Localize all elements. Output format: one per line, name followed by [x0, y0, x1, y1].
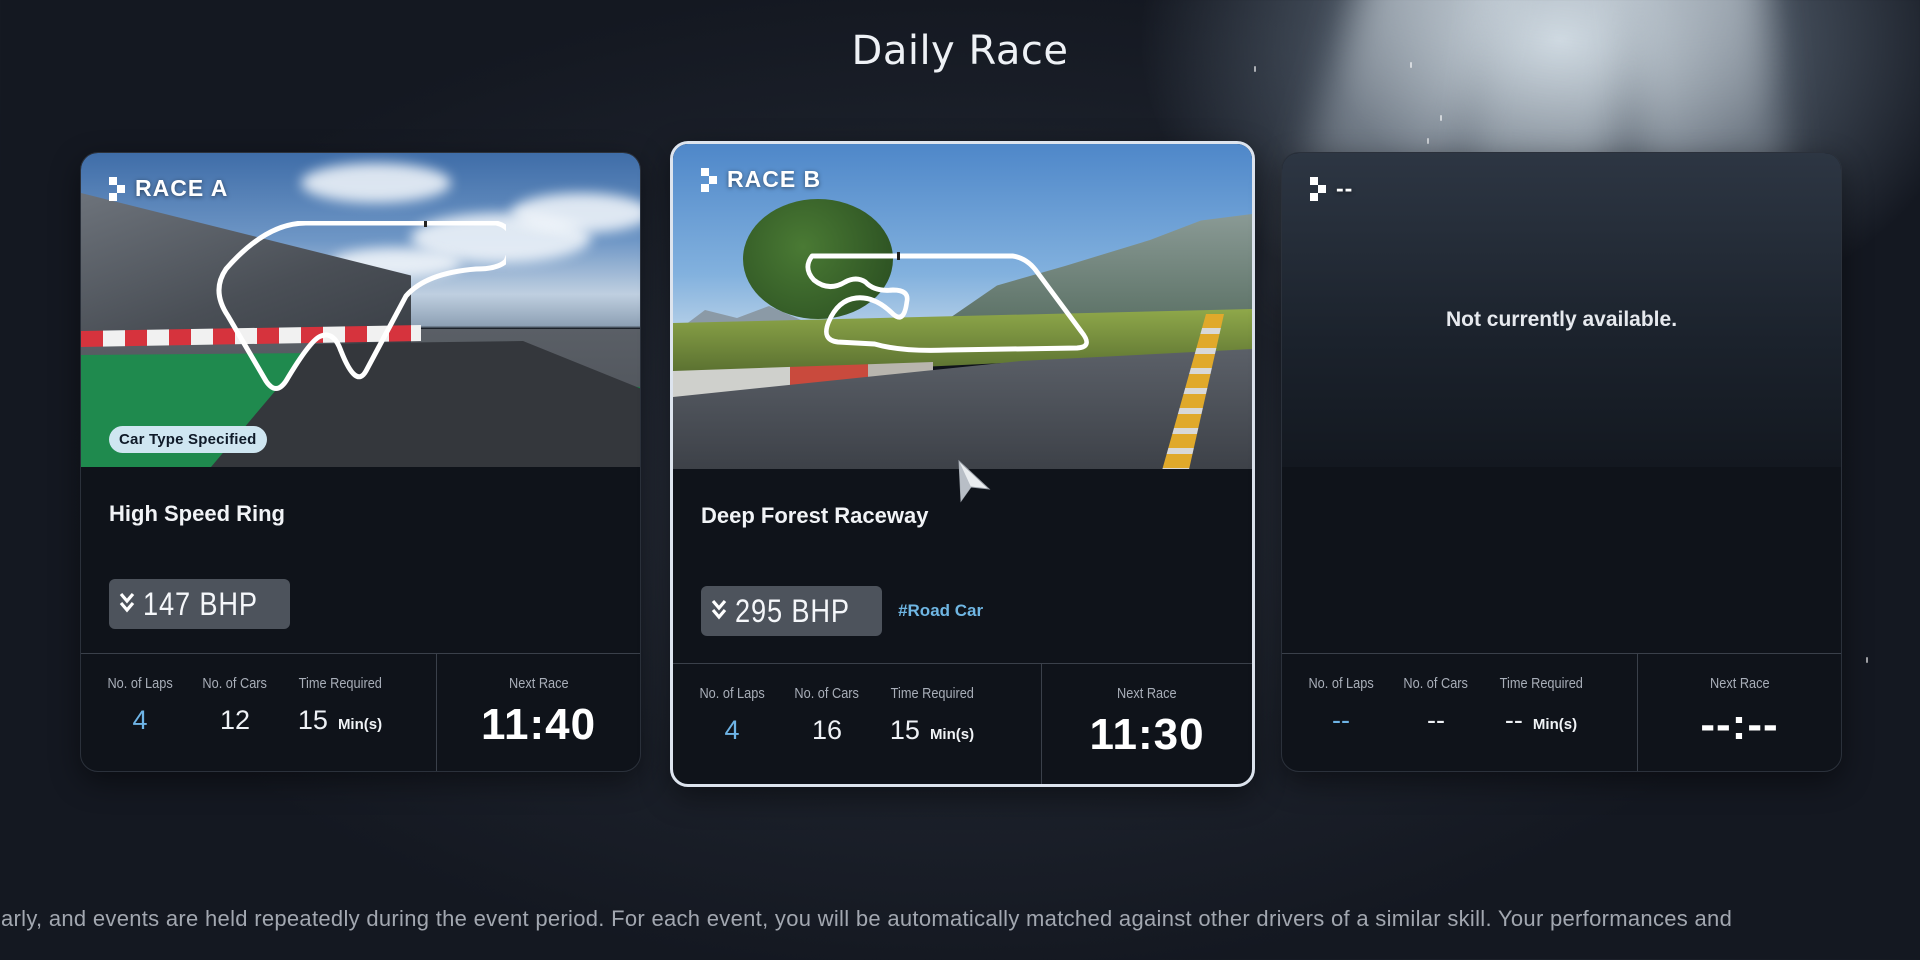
laps-value: --	[1332, 705, 1350, 735]
race-label: --	[1310, 175, 1353, 202]
track-image: RACE B	[673, 144, 1252, 469]
next-race-time: 11:30	[1089, 710, 1205, 759]
card-body: High Speed Ring 147 BHP	[81, 467, 640, 653]
stat-label-cars: No. of Cars	[1403, 676, 1469, 692]
car-category-tag: #Road Car	[898, 601, 984, 620]
race-stats: No. of Laps 4 No. of Cars 12 Time Requir…	[81, 653, 640, 771]
laps-value: 4	[132, 705, 148, 735]
checkered-flag-icon	[1310, 176, 1326, 201]
cursor-arrow-icon	[958, 459, 991, 503]
stat-time: Time Required -- Min(s)	[1486, 654, 1596, 771]
bhp-row: 295 BHP #Road Car	[701, 586, 983, 636]
double-chevron-down-icon	[711, 599, 727, 620]
next-race-label: Next Race	[508, 676, 569, 692]
bhp-badge: 295 BHP	[701, 586, 883, 636]
race-stats: No. of Laps -- No. of Cars -- Time Requi…	[1282, 653, 1841, 771]
stat-label-time: Time Required	[890, 686, 974, 702]
race-stats: No. of Laps 4 No. of Cars 16 Time Requir…	[673, 663, 1252, 784]
stat-label-cars: No. of Cars	[202, 676, 268, 692]
time-unit: Min(s)	[1532, 716, 1578, 733]
time-unit: Min(s)	[929, 726, 975, 743]
stat-label-laps: No. of Laps	[699, 686, 765, 702]
time-value: 15 Min(s)	[890, 715, 974, 746]
race-label: RACE B	[701, 166, 821, 193]
stat-label-cars: No. of Cars	[794, 686, 860, 702]
time-value: -- Min(s)	[1505, 705, 1577, 736]
stat-cars: No. of Cars 16	[777, 664, 877, 784]
stat-label-laps: No. of Laps	[107, 676, 173, 692]
next-race-time: 11:40	[480, 700, 597, 749]
race-label-text: --	[1336, 175, 1354, 201]
track-image-placeholder: -- Not currently available.	[1282, 153, 1841, 467]
stat-label-laps: No. of Laps	[1308, 676, 1374, 692]
stat-label-time: Time Required	[298, 676, 382, 692]
stat-cars: No. of Cars --	[1386, 654, 1486, 771]
time-value: 15 Min(s)	[298, 705, 382, 736]
bhp-row: 147 BHP	[109, 579, 291, 629]
dust-particle	[1866, 657, 1868, 663]
bhp-value: 295 BHP	[735, 592, 850, 629]
bhp-value: 147 BHP	[143, 585, 258, 622]
double-chevron-down-icon	[119, 592, 135, 613]
race-card-a[interactable]: RACE A Car Type Specified High Speed Rin…	[80, 152, 641, 772]
race-label-text: RACE B	[727, 166, 822, 192]
next-race-label: Next Race	[1117, 686, 1177, 702]
unavailable-message: Not currently available.	[1445, 308, 1678, 331]
dust-particle	[1427, 138, 1429, 144]
event-description: arly, and events are held repeatedly dur…	[1, 906, 1733, 931]
time-unit: Min(s)	[337, 716, 383, 733]
time-number: 15	[297, 705, 328, 735]
race-label: RACE A	[109, 175, 228, 202]
cars-value: --	[1427, 705, 1445, 735]
card-body	[1282, 467, 1841, 653]
bhp-badge: 147 BHP	[109, 579, 291, 629]
next-race: Next Race 11:30	[1042, 664, 1252, 784]
stat-laps: No. of Laps --	[1296, 654, 1386, 771]
track-image: RACE A Car Type Specified	[81, 153, 640, 467]
stat-laps: No. of Laps 4	[95, 654, 185, 771]
checkered-flag-icon	[109, 176, 125, 201]
track-name: Deep Forest Raceway	[701, 503, 929, 528]
next-race-time: --:--	[1700, 700, 1779, 749]
next-race: Next Race --:--	[1638, 654, 1841, 771]
stat-label-time: Time Required	[1499, 676, 1583, 692]
cars-value: 12	[219, 705, 251, 735]
laps-value: 4	[724, 715, 740, 745]
stat-cars: No. of Cars 12	[185, 654, 285, 771]
car-type-badge: Car Type Specified	[109, 426, 267, 453]
stat-time: Time Required 15 Min(s)	[285, 654, 395, 771]
race-card-c[interactable]: -- Not currently available. No. of Laps …	[1281, 152, 1842, 772]
dust-particle	[1440, 115, 1442, 121]
stat-laps: No. of Laps 4	[687, 664, 777, 784]
time-number: --	[1504, 705, 1523, 735]
stat-time: Time Required 15 Min(s)	[877, 664, 987, 784]
next-race-label: Next Race	[1709, 676, 1770, 692]
checkered-flag-icon	[701, 167, 717, 192]
next-race: Next Race 11:40	[437, 654, 640, 771]
cars-value: 16	[811, 715, 843, 745]
page-title: Daily Race	[851, 28, 1069, 74]
track-name: High Speed Ring	[109, 501, 285, 526]
race-label-text: RACE A	[135, 175, 229, 201]
time-number: 15	[889, 715, 920, 745]
